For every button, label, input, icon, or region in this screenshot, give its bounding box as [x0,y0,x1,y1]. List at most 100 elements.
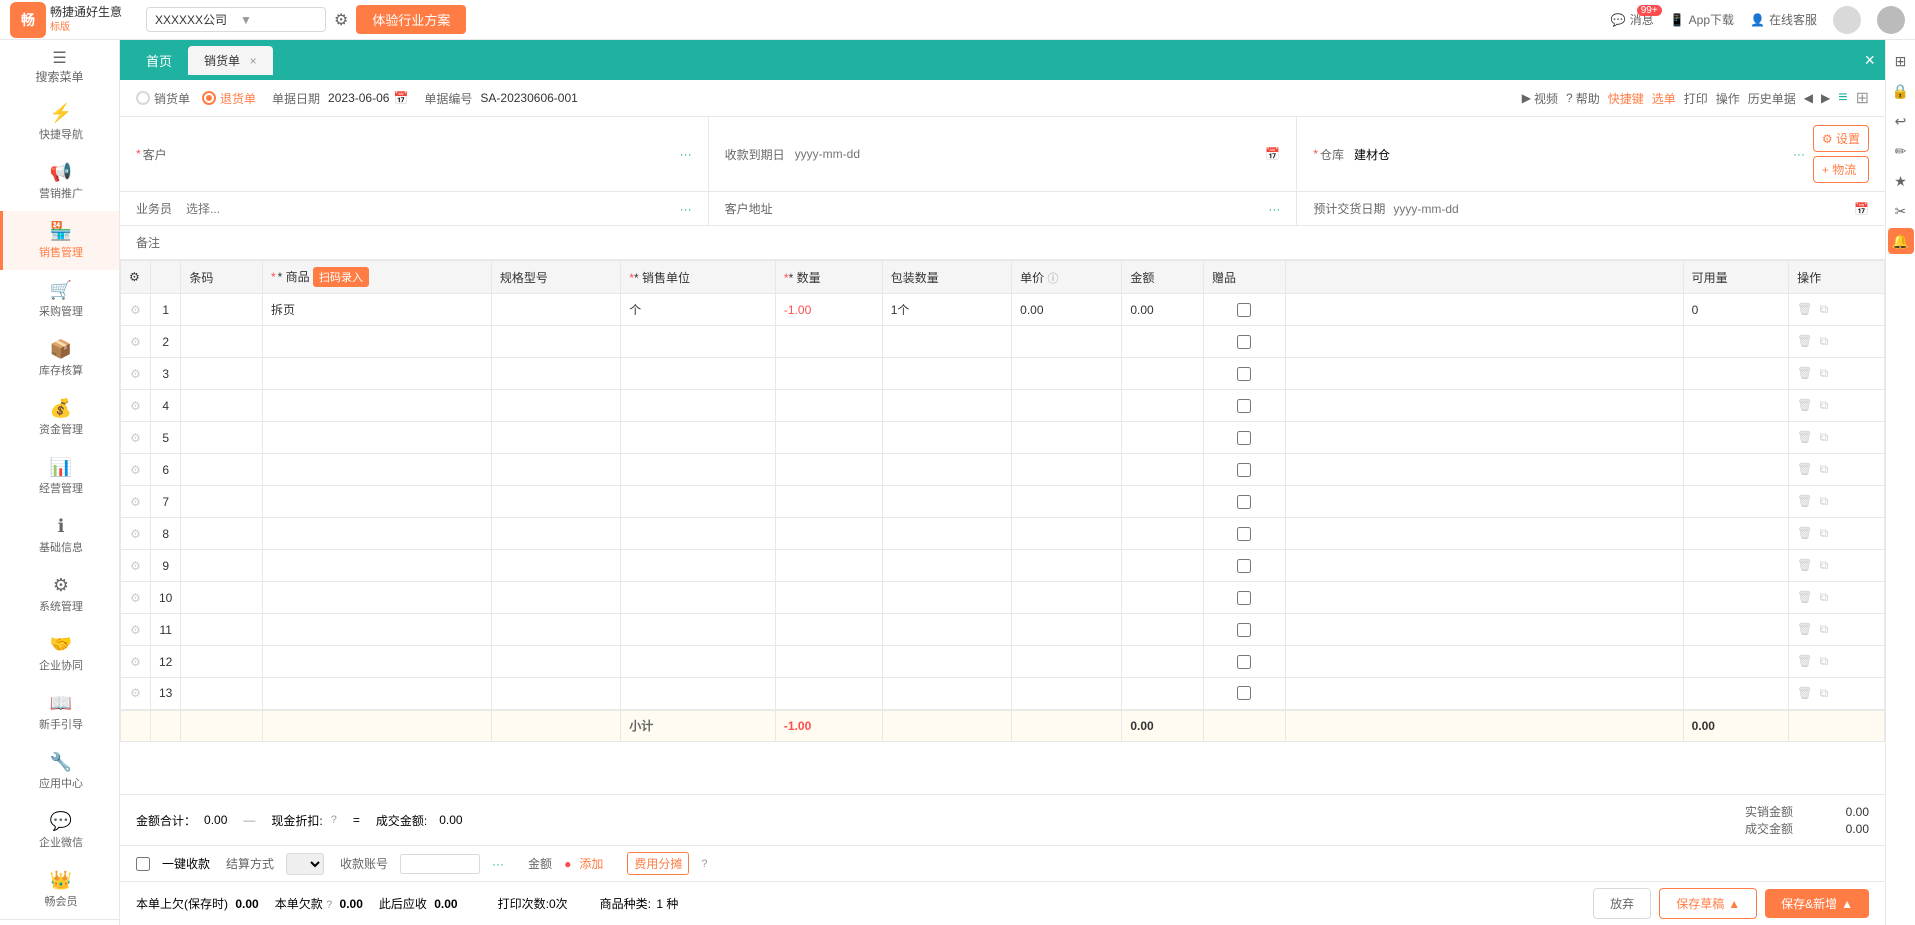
row-settings-icon[interactable]: ⚙ [130,463,141,477]
customer-input[interactable] [193,147,680,161]
payment-method-select[interactable] [286,853,324,875]
row-pack-qty[interactable] [882,454,1011,486]
row-amount[interactable] [1122,614,1204,646]
row-product[interactable] [262,486,491,518]
trial-button[interactable]: 体验行业方案 [356,5,466,34]
row-spec[interactable] [491,646,620,678]
gift-checkbox[interactable] [1237,686,1251,700]
account-dots-icon[interactable]: ··· [492,857,504,871]
delete-icon[interactable]: 🗑 [1797,398,1812,412]
row-settings-icon[interactable]: ⚙ [130,591,141,605]
online-service-button[interactable]: 👤 在线客服 [1750,11,1817,28]
delete-icon[interactable]: 🗑 [1797,558,1812,572]
sidebar-item-marketing[interactable]: 📢 营销推广 [0,152,119,211]
remark-input[interactable] [166,236,1869,250]
fee-split-button[interactable]: 费用分摊 [627,852,689,875]
sidebar-item-operation[interactable]: 📊 经营管理 [0,447,119,506]
radio-sales-order[interactable]: 销货单 [136,90,190,107]
sidebar-item-app-center[interactable]: 🔧 应用中心 [0,742,119,801]
row-barcode[interactable] [181,486,263,518]
radio-return-order[interactable]: 退货单 [202,90,256,107]
delivery-date-input[interactable] [1393,202,1854,216]
row-unit[interactable] [621,678,776,710]
gift-checkbox[interactable] [1237,591,1251,605]
prev-icon[interactable]: ◀ [1804,91,1813,105]
row-pack-qty[interactable] [882,358,1011,390]
gift-checkbox[interactable] [1237,559,1251,573]
copy-icon[interactable]: ⧉ [1820,654,1829,668]
save-new-button[interactable]: 保存&新增 ▲ [1765,889,1869,918]
row-unit-price[interactable]: 0.00 [1012,294,1122,326]
tab-home[interactable]: 首页 [130,45,188,76]
discard-button[interactable]: 放弃 [1593,888,1651,919]
row-spec[interactable] [491,678,620,710]
delete-icon[interactable]: 🗑 [1797,654,1812,668]
delete-icon[interactable]: 🗑 [1797,494,1812,508]
history-button[interactable]: 历史单据 [1748,90,1796,107]
row-pack-qty[interactable] [882,486,1011,518]
row-product[interactable] [262,518,491,550]
window-close-button[interactable]: × [1864,50,1875,71]
avatar[interactable] [1833,6,1861,34]
sidebar-item-search-menu[interactable]: ☰ 搜索菜单 [0,40,119,93]
right-panel-btn-7[interactable]: 🔔 [1888,228,1914,254]
row-amount[interactable] [1122,550,1204,582]
company-selector[interactable]: XXXXXX公司 ▼ [146,7,326,32]
row-spec[interactable] [491,326,620,358]
gift-checkbox[interactable] [1237,655,1251,669]
right-panel-btn-2[interactable]: 🔒 [1888,78,1914,104]
copy-icon[interactable]: ⧉ [1820,398,1829,412]
sidebar-item-finance[interactable]: 💰 资金管理 [0,388,119,447]
row-settings-icon[interactable]: ⚙ [130,303,141,317]
row-amount[interactable] [1122,678,1204,710]
account-input[interactable] [400,854,480,874]
row-product[interactable] [262,326,491,358]
row-settings-icon[interactable]: ⚙ [130,623,141,637]
row-qty[interactable] [775,678,882,710]
row-unit-price[interactable] [1012,518,1122,550]
settings-icon[interactable]: ⚙ [334,10,348,30]
row-barcode[interactable] [181,550,263,582]
address-dots-icon[interactable]: ··· [1268,202,1280,216]
delete-icon[interactable]: 🗑 [1797,622,1812,636]
print-button[interactable]: 打印 [1684,90,1708,107]
row-barcode[interactable] [181,358,263,390]
row-barcode[interactable] [181,454,263,486]
row-unit-price[interactable] [1012,454,1122,486]
row-unit[interactable] [621,326,776,358]
row-barcode[interactable] [181,518,263,550]
scan-button[interactable]: 扫码录入 [313,267,369,287]
row-barcode[interactable] [181,582,263,614]
avatar-extra[interactable] [1877,6,1905,34]
price-info-icon[interactable]: ⓘ [1048,273,1059,285]
row-unit[interactable] [621,518,776,550]
help-button[interactable]: ? 帮助 [1566,90,1600,107]
row-barcode[interactable] [181,326,263,358]
row-product[interactable] [262,614,491,646]
copy-icon[interactable]: ⧉ [1820,334,1829,348]
row-qty[interactable]: -1.00 [775,294,882,326]
row-pack-qty[interactable] [882,550,1011,582]
delete-icon[interactable]: 🗑 [1797,334,1812,348]
row-settings-icon[interactable]: ⚙ [130,367,141,381]
row-spec[interactable] [491,358,620,390]
row-unit[interactable] [621,358,776,390]
calendar-icon[interactable]: 📅 [393,91,408,105]
sidebar-item-guide[interactable]: 📖 新手引导 [0,683,119,742]
delivery-cal-icon[interactable]: 📅 [1854,202,1869,216]
row-spec[interactable] [491,518,620,550]
right-panel-btn-6[interactable]: ✂ [1888,198,1914,224]
row-pack-qty[interactable] [882,582,1011,614]
fee-help-icon[interactable]: ? [701,858,707,870]
right-panel-btn-5[interactable]: ★ [1888,168,1914,194]
row-product[interactable] [262,390,491,422]
row-amount[interactable] [1122,422,1204,454]
delete-icon[interactable]: 🗑 [1797,462,1812,476]
row-settings-icon[interactable]: ⚙ [130,559,141,573]
row-settings-icon[interactable]: ⚙ [130,527,141,541]
view-list-icon[interactable]: ≡ [1838,89,1847,107]
row-unit-price[interactable] [1012,582,1122,614]
row-spec[interactable] [491,422,620,454]
gift-checkbox[interactable] [1237,399,1251,413]
row-qty[interactable] [775,614,882,646]
